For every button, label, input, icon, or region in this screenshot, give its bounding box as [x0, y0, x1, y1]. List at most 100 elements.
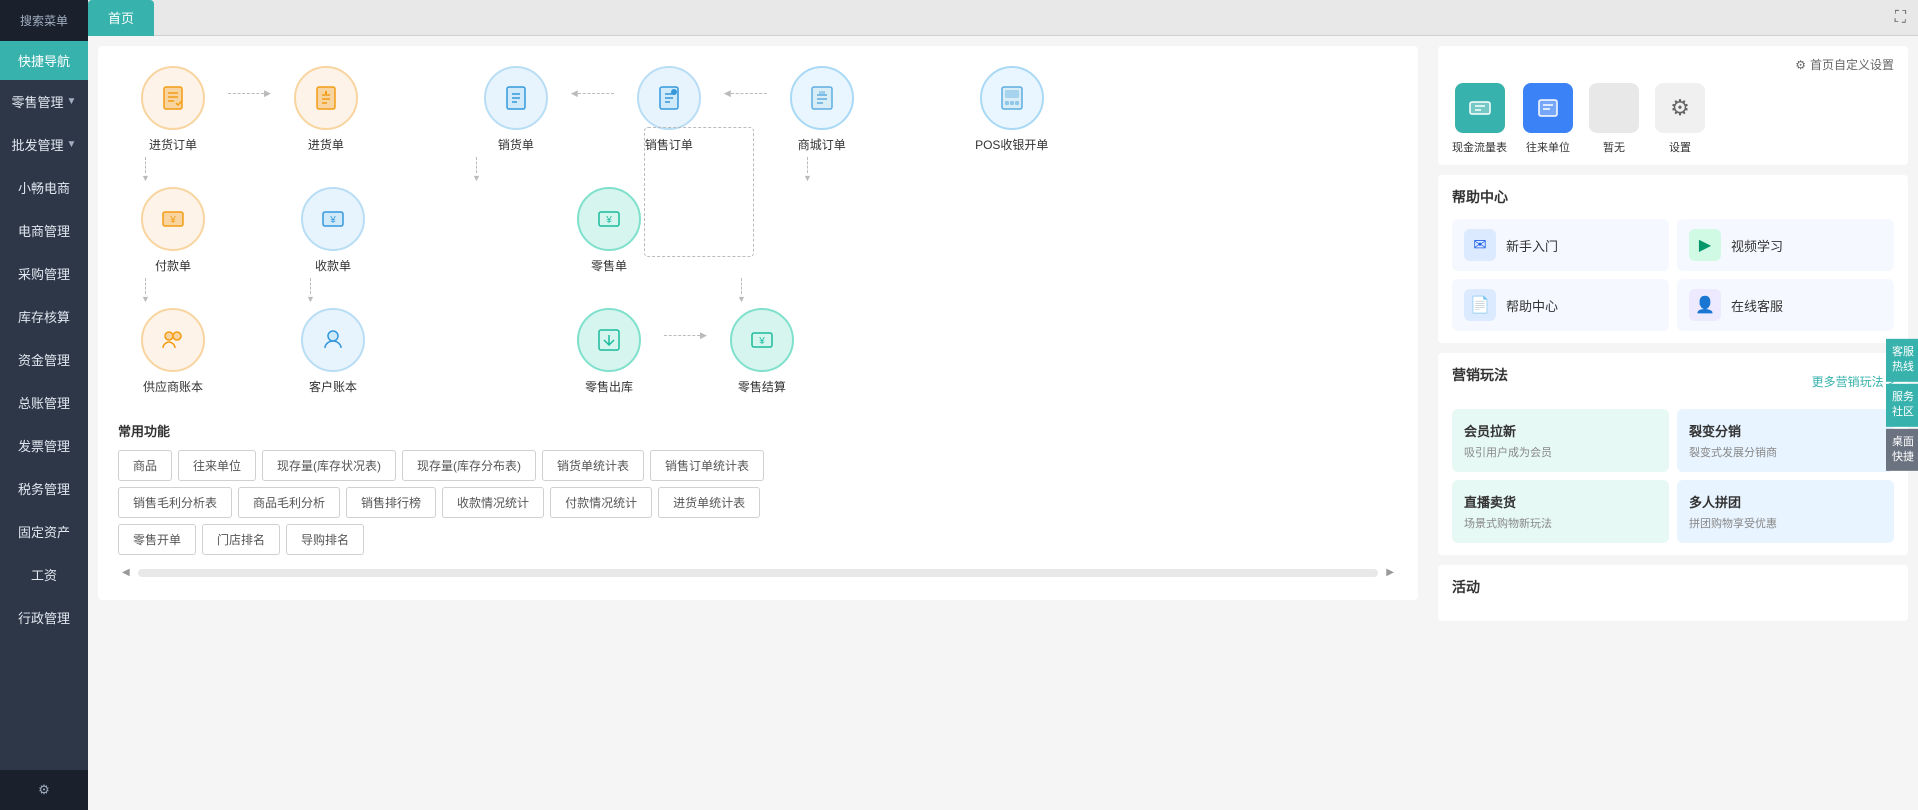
sidebar-item-admin[interactable]: 行政管理 [0, 596, 88, 639]
node-sales-order[interactable]: 销售订单 [614, 66, 724, 153]
video-icon: ▶ [1689, 229, 1721, 261]
sales-label: 销货单 [498, 136, 534, 153]
node-retail-out[interactable]: 零售出库 [554, 308, 664, 395]
node-purchase[interactable]: 进货单 [271, 66, 381, 153]
sidebar-item-wholesale[interactable]: 批发管理 ▼ [0, 123, 88, 166]
qa-icon-settings[interactable]: ⚙ 设置 [1655, 83, 1705, 155]
mall-order-label: 商城订单 [798, 136, 846, 153]
video-label: 视频学习 [1731, 236, 1783, 255]
cf-btn-receipt-stat[interactable]: 收款情况统计 [442, 487, 544, 518]
cf-btn-sales-profit[interactable]: 销售毛利分析表 [118, 487, 232, 518]
mkt-live[interactable]: 直播卖货 场景式购物新玩法 [1452, 480, 1669, 543]
none-icon-box [1589, 83, 1639, 133]
help-item-helpcenter[interactable]: 📄 帮助中心 [1452, 279, 1669, 331]
node-customer-account[interactable]: 客户账本 [278, 308, 388, 395]
node-payment-out[interactable]: ¥ 付款单 [118, 187, 228, 274]
sidebar-item-finance[interactable]: 资金管理 [0, 338, 88, 381]
help-item-beginner[interactable]: ✉ 新手入门 [1452, 219, 1669, 271]
retail-label: 零售管理 [12, 92, 64, 111]
none-label: 暂无 [1603, 139, 1625, 155]
help-item-video[interactable]: ▶ 视频学习 [1677, 219, 1894, 271]
sidebar-quicknav[interactable]: 快捷导航 [0, 41, 88, 80]
purchase-icon [294, 66, 358, 130]
cf-btn-stock2[interactable]: 现存量(库存分布表) [402, 450, 536, 481]
cf-btn-sales-rank[interactable]: 销售排行榜 [346, 487, 436, 518]
mkt-member-title: 会员拉新 [1464, 421, 1657, 440]
qa-icon-cashflow[interactable]: 现金流量表 [1452, 83, 1507, 155]
cf-btn-store-rank[interactable]: 门店排名 [202, 524, 280, 555]
sidebar-settings[interactable]: ⚙ [0, 770, 88, 810]
home-settings-label[interactable]: 首页自定义设置 [1810, 56, 1894, 73]
qa-header: ⚙ 首页自定义设置 [1452, 56, 1894, 73]
node-retail-settle[interactable]: ¥ 零售结算 [707, 308, 817, 395]
beginner-label: 新手入门 [1506, 236, 1558, 255]
help-title: 帮助中心 [1452, 187, 1894, 207]
qa-icons-row: 现金流量表 往来单位 暂无 [1452, 83, 1894, 155]
cf-btn-guide-rank[interactable]: 导购排名 [286, 524, 364, 555]
mkt-member[interactable]: 会员拉新 吸引用户成为会员 [1452, 409, 1669, 472]
quicknav-label: 快捷导航 [18, 54, 70, 69]
supplier-account-label: 供应商账本 [143, 378, 203, 395]
svg-text:¥: ¥ [758, 336, 765, 347]
right-panel: ⚙ 首页自定义设置 现金流量表 [1428, 36, 1918, 810]
node-retail[interactable]: ¥ 零售单 [554, 187, 664, 274]
sidebar-item-ledger[interactable]: 总账管理 [0, 381, 88, 424]
mall-order-icon [790, 66, 854, 130]
node-payment-in[interactable]: ¥ 收款单 [278, 187, 388, 274]
cf-btn-sales-stat[interactable]: 销货单统计表 [542, 450, 644, 481]
qa-icon-partner[interactable]: 往来单位 [1523, 83, 1573, 155]
main-content: 首页 ⛶ [88, 0, 1918, 810]
float-btn-community[interactable]: 服务 社区 [1886, 384, 1918, 427]
cf-btn-goods-profit[interactable]: 商品毛利分析 [238, 487, 340, 518]
quick-access-section: ⚙ 首页自定义设置 现金流量表 [1438, 46, 1908, 165]
cf-btn-goods[interactable]: 商品 [118, 450, 172, 481]
mkt-live-desc: 场景式购物新玩法 [1464, 515, 1657, 531]
sidebar-item-inventory[interactable]: 库存核算 [0, 295, 88, 338]
sidebar-search[interactable]: 搜索菜单 [0, 0, 88, 41]
sidebar-item-purchase[interactable]: 采购管理 [0, 252, 88, 295]
help-item-service[interactable]: 👤 在线客服 [1677, 279, 1894, 331]
more-marketing-link[interactable]: 更多营销玩法 > [1812, 373, 1894, 390]
tab-bar: 首页 ⛶ [88, 0, 1918, 36]
sidebar-item-ecom-small[interactable]: 小畅电商 [0, 166, 88, 209]
float-btn-service[interactable]: 客服 热线 [1886, 339, 1918, 382]
beginner-icon: ✉ [1464, 229, 1496, 261]
sidebar-item-ecom-mgmt[interactable]: 电商管理 [0, 209, 88, 252]
tab-expand-button[interactable]: ⛶ [1883, 9, 1918, 27]
qa-icon-none[interactable]: 暂无 [1589, 83, 1639, 155]
node-sales[interactable]: 销货单 [461, 66, 571, 153]
sidebar-item-tax[interactable]: 税务管理 [0, 467, 88, 510]
mkt-fission[interactable]: 裂变分销 裂变式发展分销商 [1677, 409, 1894, 472]
sidebar-item-invoice[interactable]: 发票管理 [0, 424, 88, 467]
node-pos[interactable]: POS收银开单 [957, 66, 1067, 153]
cf-btn-partner[interactable]: 往来单位 [178, 450, 256, 481]
node-supplier-account[interactable]: 供应商账本 [118, 308, 228, 395]
cf-btn-payment-stat[interactable]: 付款情况统计 [550, 487, 652, 518]
cf-btn-sales-order-stat[interactable]: 销售订单统计表 [650, 450, 764, 481]
sales-order-icon [637, 66, 701, 130]
cf-btn-stock1[interactable]: 现存量(库存状况表) [262, 450, 396, 481]
sidebar-item-retail[interactable]: 零售管理 ▼ [0, 80, 88, 123]
scrollbar-track[interactable] [138, 569, 1379, 577]
marketing-grid: 会员拉新 吸引用户成为会员 裂变分销 裂变式发展分销商 直播卖货 场景式购物新玩… [1452, 409, 1894, 543]
float-btn-desktop[interactable]: 桌面 快捷 [1886, 428, 1918, 471]
node-mall-order[interactable]: 商城订单 [767, 66, 877, 153]
mkt-group[interactable]: 多人拼团 拼团购物享受优惠 [1677, 480, 1894, 543]
tab-home[interactable]: 首页 [88, 0, 154, 36]
helpcenter-label: 帮助中心 [1506, 296, 1558, 315]
cashflow-label: 现金流量表 [1452, 139, 1507, 155]
pos-label: POS收银开单 [975, 136, 1048, 153]
sidebar-item-salary[interactable]: 工资 [0, 553, 88, 596]
sidebar: 搜索菜单 快捷导航 零售管理 ▼ 批发管理 ▼ 小畅电商 电商管理 采购管理 库… [0, 0, 88, 810]
scroll-left-btn[interactable]: ◀ [118, 565, 134, 580]
scroll-right-btn[interactable]: ▶ [1382, 565, 1398, 580]
sales-icon [484, 66, 548, 130]
node-purchase-order[interactable]: 进货订单 [118, 66, 228, 153]
svg-text:¥: ¥ [605, 215, 612, 226]
cf-btn-retail-order[interactable]: 零售开单 [118, 524, 196, 555]
svg-text:¥: ¥ [329, 215, 336, 226]
sidebar-item-assets[interactable]: 固定资产 [0, 510, 88, 553]
mkt-group-title: 多人拼团 [1689, 492, 1882, 511]
retail-label: 零售单 [591, 257, 627, 274]
cf-btn-purchase-stat[interactable]: 进货单统计表 [658, 487, 760, 518]
